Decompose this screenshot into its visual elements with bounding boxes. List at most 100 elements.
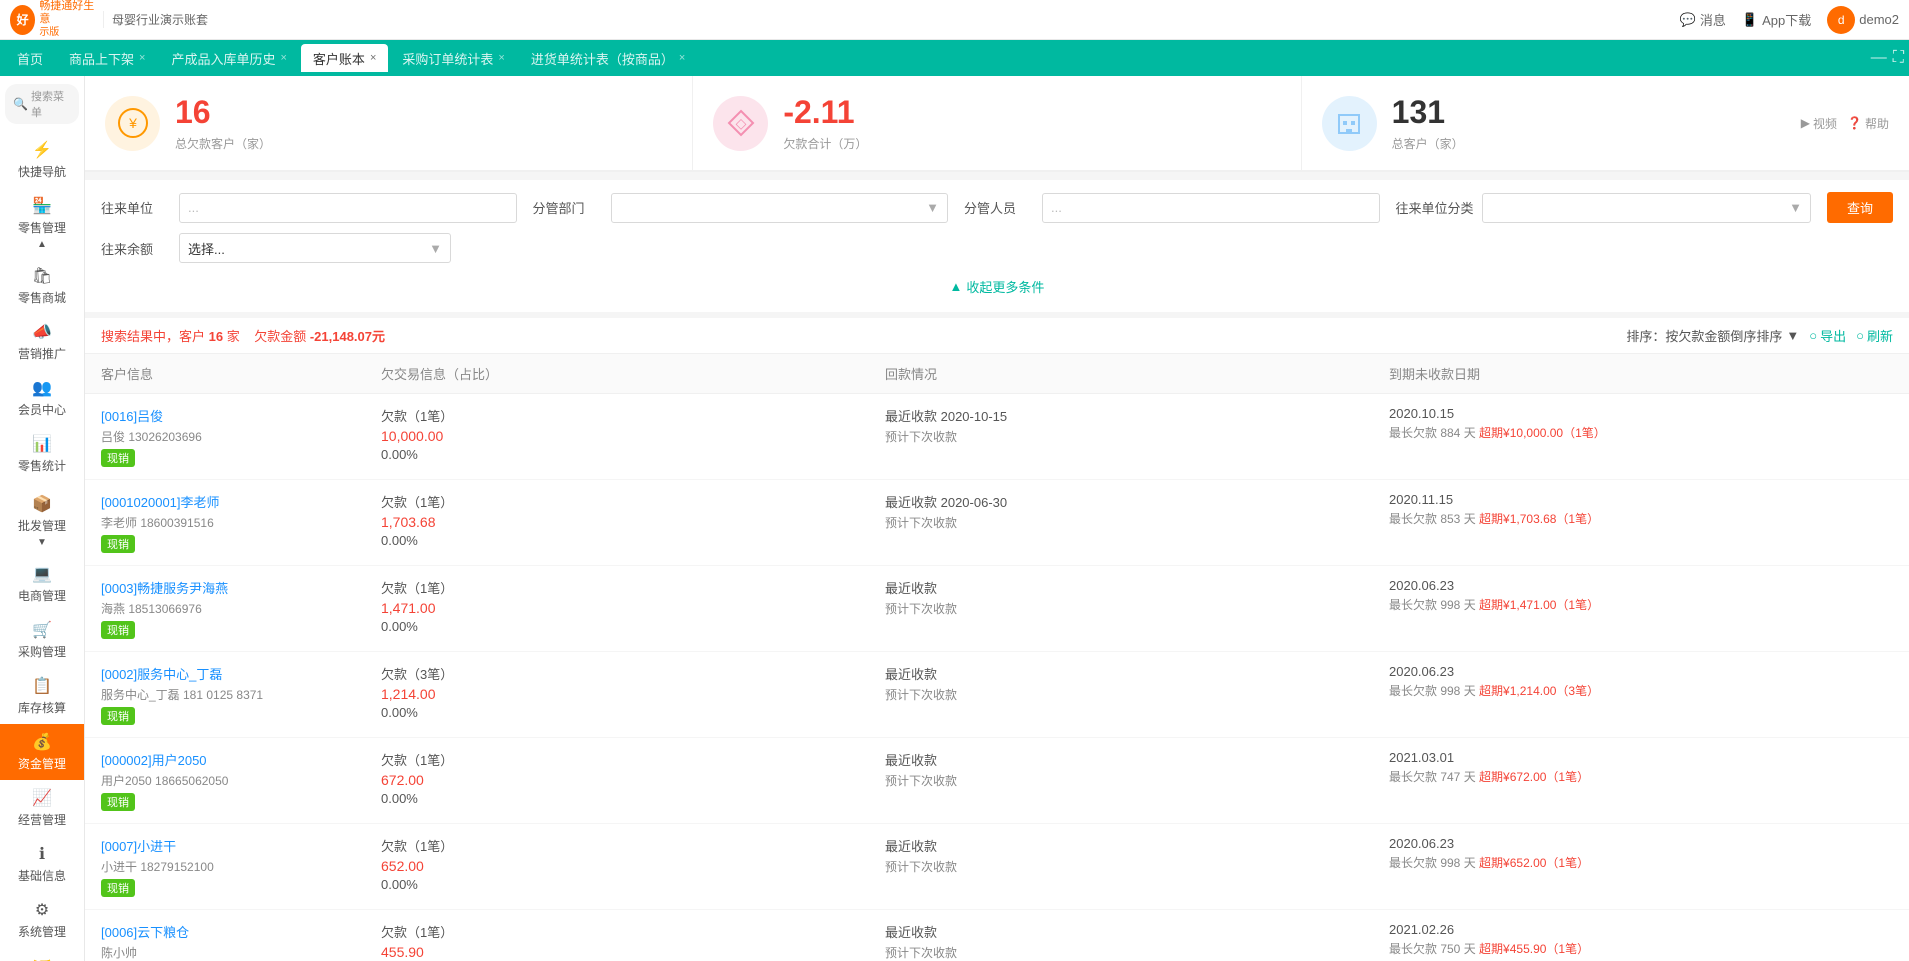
unit-category-select[interactable]: ▼ <box>1482 193 1811 223</box>
overdue-amount-3[interactable]: 超期¥1,471.00（1笔） <box>1479 598 1599 612</box>
sidebar-item-retail-mgmt[interactable]: 🏪 零售管理 ▲ <box>0 188 84 258</box>
sidebar-item-marketing[interactable]: 📣 营销推广 <box>0 314 84 370</box>
sidebar-item-retail-stats[interactable]: 📊 零售统计 <box>0 426 84 482</box>
sidebar-search-area[interactable]: 🔍 搜索菜单 <box>0 76 84 132</box>
tab-close-product-history[interactable]: × <box>280 52 286 64</box>
tab-customer-account[interactable]: 客户账本 × <box>301 44 388 72</box>
overdue-amount-2[interactable]: 超期¥1,703.68（1笔） <box>1479 512 1599 526</box>
debt-amount-4[interactable]: 1,214.00 <box>381 686 885 702</box>
customer-name-1[interactable]: [0016]吕俊 <box>101 409 163 424</box>
debt-amount-3[interactable]: 1,471.00 <box>381 600 885 616</box>
user-menu[interactable]: d demo2 <box>1827 6 1899 34</box>
overdue-info-5: 最长欠款 747 天 超期¥672.00（1笔） <box>1389 768 1893 785</box>
retail-stats-icon: 📊 <box>32 434 52 454</box>
sidebar-item-batch-mgmt[interactable]: 📦 批发管理 ▼ <box>0 486 84 556</box>
customer-name-4[interactable]: [0002]服务中心_丁磊 <box>101 667 222 682</box>
video-btn[interactable]: ▶ 视频 <box>1801 115 1837 132</box>
dept-select[interactable]: ▼ <box>611 193 949 223</box>
overdue-cell-3: 2020.06.23 最长欠款 998 天 超期¥1,471.00（1笔） <box>1389 578 1893 613</box>
overdue-amount-7[interactable]: 超期¥455.90（1笔） <box>1479 942 1589 956</box>
tab-close-product-off[interactable]: × <box>139 52 145 64</box>
last-payment-7: 最近收款 <box>885 922 1389 941</box>
tab-product-history[interactable]: 产成品入库单历史 × <box>159 44 298 72</box>
overdue-date-4: 2020.06.23 <box>1389 664 1893 679</box>
sidebar-item-purchase[interactable]: 🛒 采购管理 <box>0 612 84 668</box>
debt-amount-6[interactable]: 652.00 <box>381 858 885 874</box>
balance-select[interactable]: 选择... ▼ <box>179 233 451 263</box>
collapse-row[interactable]: ▲ 收起更多条件 <box>101 273 1893 300</box>
main-content: ¥ 16 总欠款客户（家） ◇ -2.11 欠款合计（万） <box>85 76 1909 961</box>
next-payment-3: 预计下次收款 <box>885 600 1389 617</box>
sidebar-item-inventory[interactable]: 📋 库存核算 <box>0 668 84 724</box>
app-label: App下载 <box>1762 10 1811 29</box>
debt-ratio-5: 0.00% <box>381 791 885 806</box>
tab-purchase-order-label: 采购订单统计表 <box>402 49 493 68</box>
tab-close-purchase-order[interactable]: × <box>498 52 504 64</box>
refresh-btn[interactable]: ○ 刷新 <box>1856 326 1893 345</box>
overdue-days-5: 最长欠款 747 天 <box>1389 770 1476 784</box>
tab-maximize-btn[interactable]: ⛶ <box>1893 49 1904 67</box>
message-btn[interactable]: 💬 消息 <box>1680 10 1726 29</box>
tab-minimize-btn[interactable]: — <box>1871 49 1887 67</box>
customer-name-5[interactable]: [000002]用户2050 <box>101 753 207 768</box>
sidebar-item-system[interactable]: ⚙ 系统管理 <box>0 892 84 948</box>
customer-name-7[interactable]: [0006]云下粮仓 <box>101 925 189 940</box>
query-button[interactable]: 查询 <box>1827 192 1893 223</box>
tab-close-purchase-stats[interactable]: × <box>679 52 685 64</box>
sidebar-item-enterprise-collab[interactable]: 🤝 企业协同 <box>0 948 84 961</box>
tab-product-history-label: 产成品入库单历史 <box>171 49 275 68</box>
stat-info-total-customers: 131 总客户（家） <box>1392 94 1464 152</box>
debt-amount-1[interactable]: 10,000.00 <box>381 428 885 444</box>
debt-ratio-2: 0.00% <box>381 533 885 548</box>
debt-count-7: 欠款（1笔） <box>381 922 885 941</box>
customer-name-3[interactable]: [0003]畅捷服务尹海燕 <box>101 581 228 596</box>
overdue-date-3: 2020.06.23 <box>1389 578 1893 593</box>
manager-input[interactable]: ... <box>1042 193 1380 223</box>
sidebar-item-base-info[interactable]: ℹ 基础信息 <box>0 836 84 892</box>
sidebar-item-finance[interactable]: 💰 资金管理 <box>0 724 84 780</box>
app-download-btn[interactable]: 📱 App下载 <box>1742 10 1811 29</box>
table-row: [0016]吕俊 吕俊 13026203696 现销 欠款（1笔） 10,000… <box>85 394 1909 480</box>
stat-value-overdue-amount: -2.11 <box>783 94 867 131</box>
source-unit-input[interactable]: ... <box>179 193 517 223</box>
purchase-icon: 🛒 <box>32 620 52 640</box>
result-debt-amount: -21,148.07元 <box>310 329 385 344</box>
sidebar-item-members[interactable]: 👥 会员中心 <box>0 370 84 426</box>
overdue-amount-6[interactable]: 超期¥652.00（1笔） <box>1479 856 1589 870</box>
result-customer-count: 16 <box>209 329 223 344</box>
help-btn[interactable]: ❓ 帮助 <box>1847 115 1889 132</box>
refresh-icon: ○ <box>1856 328 1864 343</box>
overdue-info-1: 最长欠款 884 天 超期¥10,000.00（1笔） <box>1389 424 1893 441</box>
overdue-amount-5[interactable]: 超期¥672.00（1笔） <box>1479 770 1589 784</box>
base-info-icon: ℹ <box>39 844 45 864</box>
operations-icon: 📈 <box>32 788 52 808</box>
sidebar-item-retail-mall[interactable]: 🛍 零售商城 <box>0 258 84 314</box>
sort-select[interactable]: 排序：按欠款金额倒序排序 ▼ <box>1626 326 1799 345</box>
customer-name-2[interactable]: [0001020001]李老师 <box>101 495 220 510</box>
filter-source-unit: 往来单位 ... <box>101 193 517 223</box>
sidebar-search-box[interactable]: 🔍 搜索菜单 <box>5 84 79 124</box>
payment-cell-4: 最近收款 预计下次收款 <box>885 664 1389 703</box>
sidebar-item-quick-nav[interactable]: ⚡ 快捷导航 <box>0 132 84 188</box>
overdue-cell-2: 2020.11.15 最长欠款 853 天 超期¥1,703.68（1笔） <box>1389 492 1893 527</box>
overdue-amount-1[interactable]: 超期¥10,000.00（1笔） <box>1479 426 1606 440</box>
debt-amount-5[interactable]: 672.00 <box>381 772 885 788</box>
tab-purchase-order[interactable]: 采购订单统计表 × <box>390 44 516 72</box>
tab-home[interactable]: 首页 <box>5 44 55 72</box>
sidebar-item-operations[interactable]: 📈 经营管理 <box>0 780 84 836</box>
export-btn[interactable]: ○ 导出 <box>1809 326 1846 345</box>
tab-close-customer-account[interactable]: × <box>370 52 376 64</box>
overdue-date-5: 2021.03.01 <box>1389 750 1893 765</box>
payment-cell-3: 最近收款 预计下次收款 <box>885 578 1389 617</box>
overdue-days-3: 最长欠款 998 天 <box>1389 598 1476 612</box>
tab-purchase-stats[interactable]: 进货单统计表（按商品） × <box>519 44 697 72</box>
debt-amount-7[interactable]: 455.90 <box>381 944 885 960</box>
customer-name-6[interactable]: [0007]小进干 <box>101 839 176 854</box>
filter-manager: 分管人员 ... <box>964 193 1380 223</box>
debt-amount-2[interactable]: 1,703.68 <box>381 514 885 530</box>
overdue-amount-4[interactable]: 超期¥1,214.00（3笔） <box>1479 684 1599 698</box>
sidebar-item-label: 批发管理 <box>18 517 66 534</box>
tab-product-off[interactable]: 商品上下架 × <box>57 44 157 72</box>
sidebar-item-ecommerce[interactable]: 💻 电商管理 <box>0 556 84 612</box>
tab-product-off-label: 商品上下架 <box>69 49 134 68</box>
